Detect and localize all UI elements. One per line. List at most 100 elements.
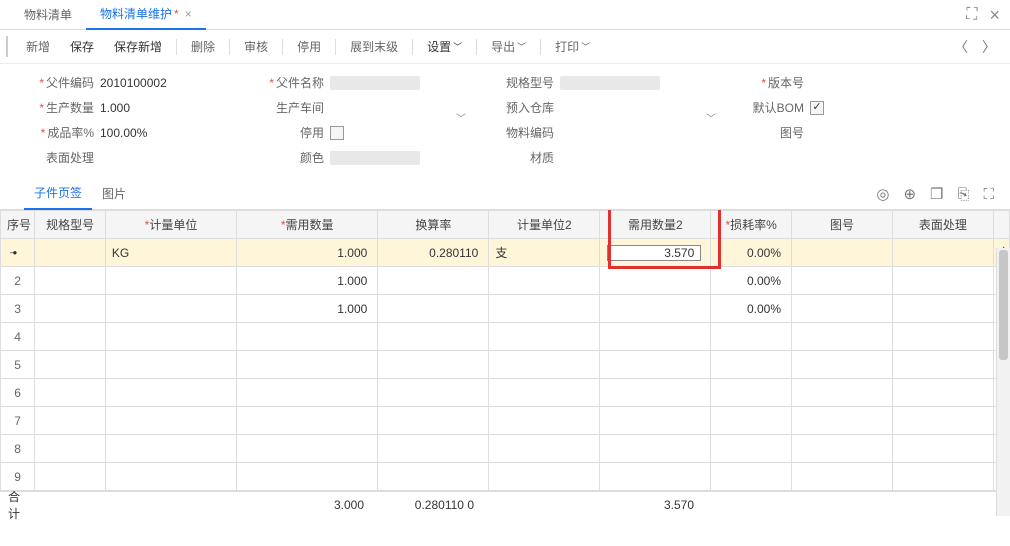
cell-spec[interactable] [35,295,106,323]
cell-unit2[interactable] [489,379,600,407]
cell-rate[interactable] [378,379,489,407]
cell-surface[interactable] [892,463,993,491]
cell-surface[interactable] [892,295,993,323]
cell-qty[interactable] [237,351,378,379]
col-seq[interactable]: 序号 [1,211,35,239]
cell-qty2[interactable] [600,351,711,379]
cell-seq[interactable]: 5 [1,351,35,379]
cell-qty2[interactable] [600,267,711,295]
cell-unit[interactable] [105,435,236,463]
close-all-icon[interactable]: × [989,5,1000,26]
cell-qty[interactable]: 1.000 [237,267,378,295]
col-unit[interactable]: *计量单位 [105,211,236,239]
settings-button[interactable]: 设置﹀ [417,30,472,64]
cell-spec[interactable] [35,407,106,435]
tab-bom-list[interactable]: 物料清单 [10,0,86,30]
color-field[interactable] [330,151,478,165]
cell-seq[interactable]: 8 [1,435,35,463]
copy-icon[interactable]: ❐ [930,185,943,203]
cell-surface[interactable] [892,435,993,463]
cell-seq[interactable]: 3 [1,295,35,323]
vertical-scrollbar[interactable] [996,248,1010,516]
save-button[interactable]: 保存 [60,30,104,64]
parent-code-field[interactable]: 2010100002 [100,76,248,90]
print-button[interactable]: 打印﹀ [545,30,600,64]
close-icon[interactable]: × [185,7,192,21]
cell-loss[interactable] [711,379,792,407]
cell-unit2[interactable] [489,295,600,323]
cell-unit[interactable]: KG [105,239,236,267]
cell-unit[interactable] [105,351,236,379]
cell-qty2[interactable] [600,463,711,491]
cell-unit[interactable] [105,267,236,295]
cell-rate[interactable]: 0.280110 [378,239,489,267]
table-row[interactable]: 2 1.000 0.00% [1,267,1010,295]
cell-unit2[interactable] [489,407,600,435]
cell-loss[interactable] [711,351,792,379]
maximize-icon[interactable]: ⛶ [966,6,977,24]
cell-rate[interactable] [378,267,489,295]
cell-loss[interactable] [711,463,792,491]
cell-loss[interactable]: 0.00% [711,267,792,295]
cell-unit2[interactable] [489,323,600,351]
parent-name-field[interactable] [330,76,478,90]
cell-qty[interactable] [237,379,378,407]
cell-surface[interactable] [892,267,993,295]
cell-loss[interactable] [711,435,792,463]
cell-rate[interactable] [378,463,489,491]
cell-rate[interactable] [378,295,489,323]
default-bom-checkbox[interactable] [810,101,824,115]
cell-drawing[interactable] [792,295,893,323]
cell-seq[interactable]: 7 [1,407,35,435]
cell-spec[interactable] [35,463,106,491]
cell-qty[interactable] [237,407,378,435]
expand-button[interactable]: 展到末级 [340,30,408,64]
tab-bom-maintain[interactable]: 物料清单维护 * × [86,0,206,30]
cell-spec[interactable] [35,379,106,407]
col-rate[interactable]: 换算率 [378,211,489,239]
disable-button[interactable]: 停用 [287,30,331,64]
tab-child-items[interactable]: 子件页签 [24,177,92,210]
disabled-checkbox[interactable] [330,126,344,140]
table-row[interactable]: 8 [1,435,1010,463]
cell-seq[interactable]: 2 [1,267,35,295]
paste-icon[interactable]: ⎘ [957,186,969,203]
delete-button[interactable]: 删除 [181,30,225,64]
cell-drawing[interactable] [792,323,893,351]
cell-rate[interactable] [378,351,489,379]
cell-unit2[interactable] [489,435,600,463]
col-loss[interactable]: *损耗率% [711,211,792,239]
table-row[interactable]: 9 [1,463,1010,491]
cell-surface[interactable] [892,379,993,407]
new-button[interactable]: 新增 [16,30,60,64]
cell-drawing[interactable] [792,239,893,267]
cell-spec[interactable] [35,267,106,295]
cell-drawing[interactable] [792,351,893,379]
table-row[interactable]: 31.0000.00% [1,295,1010,323]
cell-surface[interactable] [892,351,993,379]
cell-spec[interactable] [35,239,106,267]
col-surface[interactable]: 表面处理 [892,211,993,239]
cell-qty[interactable]: 1.000 [237,239,378,267]
cell-seq[interactable]: 6 [1,379,35,407]
cell-spec[interactable] [35,323,106,351]
cell-unit[interactable] [105,407,236,435]
cell-drawing[interactable] [792,267,893,295]
cell-spec[interactable] [35,435,106,463]
cell-rate[interactable] [378,323,489,351]
qty-field[interactable]: 1.000 [100,101,248,115]
cell-unit[interactable] [105,323,236,351]
cell-qty2[interactable] [600,407,711,435]
cell-unit2[interactable]: 支 [489,239,600,267]
cell-surface[interactable] [892,239,993,267]
cell-seq[interactable]: 4 [1,323,35,351]
cell-drawing[interactable] [792,407,893,435]
col-drawing[interactable]: 图号 [792,211,893,239]
cell-rate[interactable] [378,407,489,435]
cell-qty[interactable]: 1.000 [237,295,378,323]
cell-drawing[interactable] [792,379,893,407]
cell-rate[interactable] [378,435,489,463]
cell-loss[interactable] [711,323,792,351]
cell-qty2[interactable] [600,379,711,407]
tab-images[interactable]: 图片 [92,178,136,209]
